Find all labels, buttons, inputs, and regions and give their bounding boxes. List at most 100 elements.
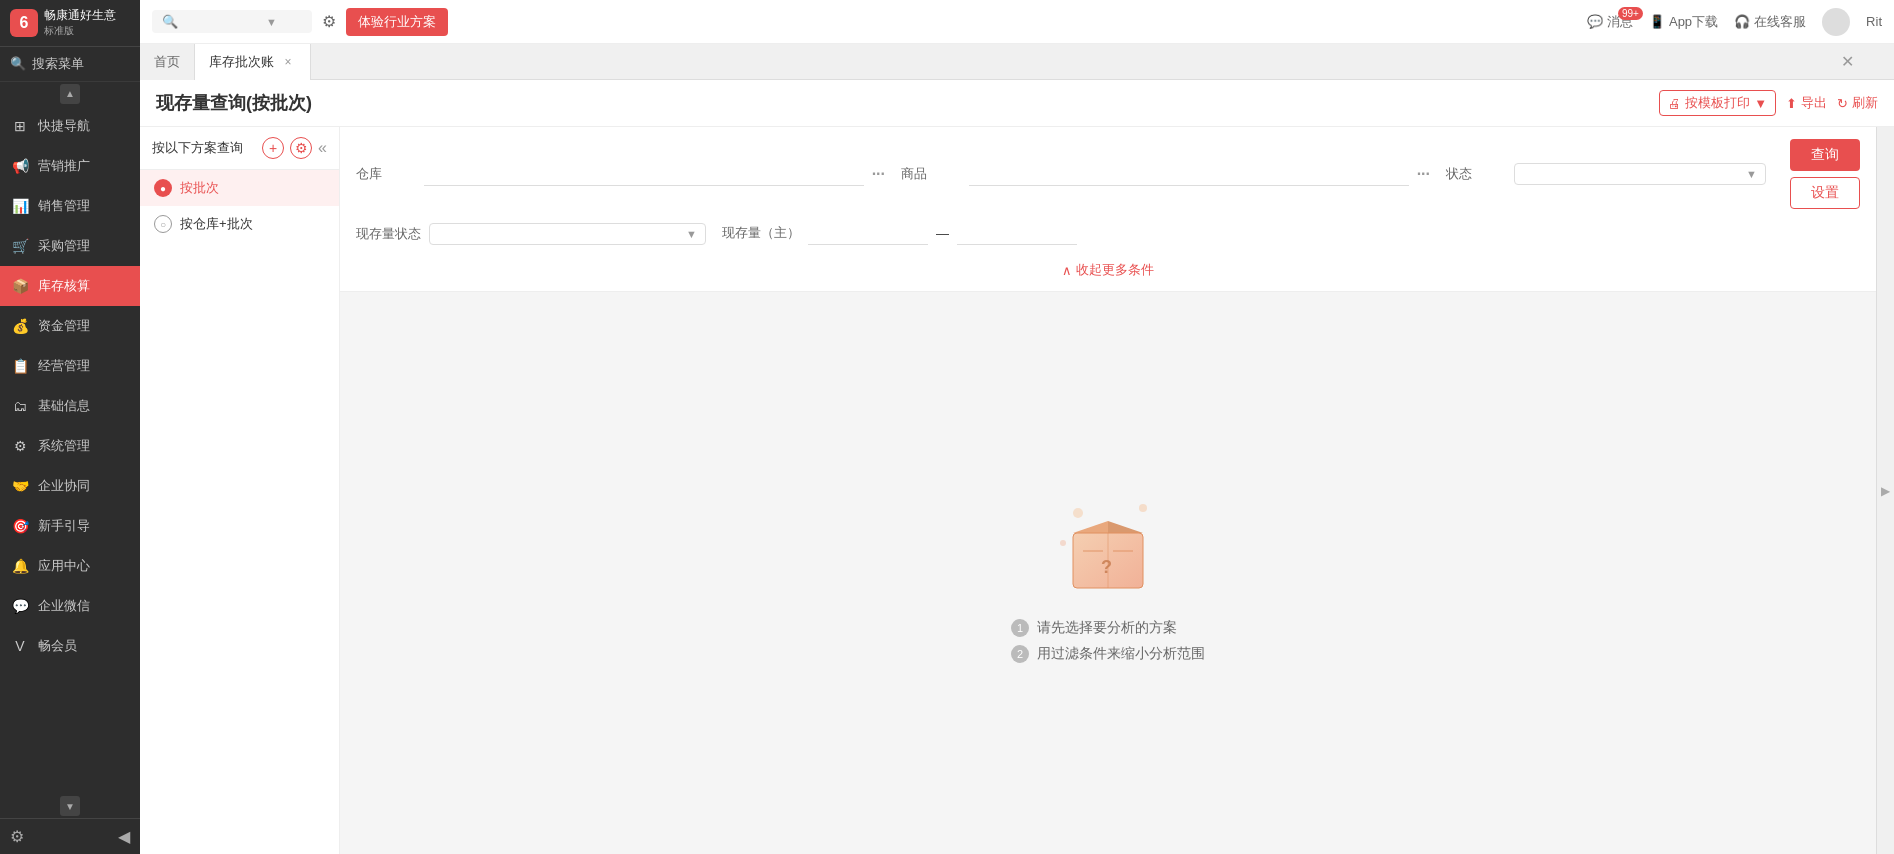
scroll-down-btn[interactable]: ▼ (60, 796, 80, 816)
status-select[interactable]: ▼ (1514, 163, 1766, 185)
sidebar-header: 6 畅康通好生意 标准版 (0, 0, 140, 47)
online-service-btn[interactable]: 🎧 在线客服 (1734, 13, 1806, 31)
user-avatar (1822, 8, 1850, 36)
search-label: 搜索菜单 (32, 55, 84, 73)
svg-point-10 (1060, 540, 1066, 546)
product-label: 商品 (901, 165, 961, 183)
page-header-actions: 🖨 按模板打印 ▼ ⬆ 导出 ↻ 刷新 (1659, 90, 1878, 116)
product-more-btn[interactable]: ··· (1417, 165, 1430, 183)
status-label: 状态 (1446, 165, 1506, 183)
settings-icon[interactable]: ⚙ (10, 827, 24, 846)
appstore-icon: 🔔 (10, 556, 30, 576)
message-btn[interactable]: 💬 消息 99+ (1587, 13, 1633, 31)
sidebar-item-system[interactable]: ⚙ 系统管理 (0, 426, 140, 466)
page-header: 现存量查询(按批次) 🖨 按模板打印 ▼ ⬆ 导出 ↻ 刷新 (140, 80, 1894, 127)
search-icon: 🔍 (10, 56, 26, 71)
page-content: 现存量查询(按批次) 🖨 按模板打印 ▼ ⬆ 导出 ↻ 刷新 (140, 80, 1894, 854)
purchase-icon: 🛒 (10, 236, 30, 256)
message-icon: 💬 (1587, 14, 1603, 29)
topbar-search-box[interactable]: 🔍 ▼ (152, 10, 312, 33)
inventory-icon: 📦 (10, 276, 30, 296)
collapse-more-btn[interactable]: ∧ 收起更多条件 (356, 257, 1860, 279)
warehouse-more-btn[interactable]: ··· (872, 165, 885, 183)
collapse-panel-btn[interactable]: « (318, 139, 327, 157)
plan-settings-btn[interactable]: ⚙ (290, 137, 312, 159)
sidebar-item-operation[interactable]: 📋 经营管理 (0, 346, 140, 386)
guide-icon: 🎯 (10, 516, 30, 536)
tab-inventory-label: 库存批次账 (209, 53, 274, 71)
tab-panel-close-btn[interactable]: ✕ (1841, 52, 1854, 71)
export-btn[interactable]: ⬆ 导出 (1786, 94, 1827, 112)
sidebar-item-sales[interactable]: 📊 销售管理 (0, 186, 140, 226)
stock-status-chevron-icon: ▼ (686, 228, 697, 240)
collapse-icon: ∧ (1062, 263, 1072, 278)
basic-icon: 🗂 (10, 396, 30, 416)
stock-qty-min-input[interactable] (808, 221, 928, 245)
sidebar-search[interactable]: 🔍 搜索菜单 (0, 47, 140, 82)
topbar-gear-icon[interactable]: ⚙ (322, 12, 336, 31)
svg-text:?: ? (1101, 557, 1112, 577)
print-icon: 🖨 (1668, 96, 1681, 111)
product-input[interactable] (969, 162, 1409, 186)
sidebar-item-label: 基础信息 (38, 397, 90, 415)
left-panel-header: 按以下方案查询 + ⚙ « (140, 127, 339, 170)
sidebar-item-wechat[interactable]: 💬 企业微信 (0, 586, 140, 626)
collapse-label: 收起更多条件 (1076, 261, 1154, 279)
sidebar-item-purchase[interactable]: 🛒 采购管理 (0, 226, 140, 266)
left-panel-title: 按以下方案查询 (152, 139, 243, 157)
query-btn[interactable]: 查询 (1790, 139, 1860, 171)
sidebar-item-label: 营销推广 (38, 157, 90, 175)
sidebar-item-enterprise[interactable]: 🤝 企业协同 (0, 466, 140, 506)
left-panel-actions: + ⚙ « (262, 137, 327, 159)
stock-qty-max-input[interactable] (957, 221, 1077, 245)
stock-status-select[interactable]: ▼ (429, 223, 706, 245)
filter-area: 仓库 ··· 商品 ··· 状态 (340, 127, 1876, 292)
sidebar-item-appstore[interactable]: 🔔 应用中心 (0, 546, 140, 586)
sidebar-item-basic[interactable]: 🗂 基础信息 (0, 386, 140, 426)
add-plan-btn[interactable]: + (262, 137, 284, 159)
sidebar-company: 畅康通好生意 标准版 (44, 8, 116, 38)
stock-qty-label: 现存量（主） (722, 224, 800, 242)
warehouse-field: 仓库 ··· (356, 162, 885, 186)
operation-icon: 📋 (10, 356, 30, 376)
sidebar-item-finance[interactable]: 💰 资金管理 (0, 306, 140, 346)
sidebar: 6 畅康通好生意 标准版 🔍 搜索菜单 ▲ ⊞ 快捷导航 📢 营销推广 📊 销售… (0, 0, 140, 854)
print-btn[interactable]: 🖨 按模板打印 ▼ (1659, 90, 1776, 116)
plan-item-warehouse-batch[interactable]: ○ 按仓库+批次 (140, 206, 339, 242)
app-download-btn[interactable]: 📱 App下载 (1649, 13, 1718, 31)
collapse-sidebar-icon[interactable]: ◀ (118, 827, 130, 846)
sidebar-item-quick-nav[interactable]: ⊞ 快捷导航 (0, 106, 140, 146)
print-chevron: ▼ (1754, 96, 1767, 111)
warehouse-input[interactable] (424, 162, 864, 186)
username-label[interactable]: Rit (1866, 14, 1882, 29)
tabbar: 首页 库存批次账 × ✕ (140, 44, 1894, 80)
main-area: 🔍 ▼ ⚙ 体验行业方案 💬 消息 99+ 📱 App下载 🎧 在线客服 Rit (140, 0, 1894, 854)
app-download-label: App下载 (1669, 13, 1718, 31)
stock-qty-field: 现存量（主） — (722, 221, 1860, 245)
scroll-up-btn[interactable]: ▲ (60, 84, 80, 104)
tab-close-btn[interactable]: × (280, 54, 296, 70)
tab-inventory-batch[interactable]: 库存批次账 × (195, 44, 311, 80)
svg-point-8 (1073, 508, 1083, 518)
message-badge: 99+ (1618, 7, 1643, 20)
status-chevron-icon: ▼ (1746, 168, 1757, 180)
sidebar-item-member[interactable]: V 畅会员 (0, 626, 140, 666)
status-field: 状态 ▼ (1446, 163, 1766, 185)
sidebar-item-guide[interactable]: 🎯 新手引导 (0, 506, 140, 546)
stock-status-label: 现存量状态 (356, 225, 421, 243)
wechat-icon: 💬 (10, 596, 30, 616)
plan-item-batch[interactable]: ● 按批次 (140, 170, 339, 206)
plan-label: 按仓库+批次 (180, 215, 253, 233)
sidebar-item-marketing[interactable]: 📢 营销推广 (0, 146, 140, 186)
sales-icon: 📊 (10, 196, 30, 216)
tab-home[interactable]: 首页 (140, 44, 195, 80)
topbar-search-input[interactable] (182, 15, 262, 29)
tip-num-2: 2 (1011, 645, 1029, 663)
topbar-search-chevron: ▼ (266, 16, 277, 28)
right-edge-arrow[interactable]: ▶ (1881, 484, 1890, 498)
sidebar-item-inventory[interactable]: 📦 库存核算 (0, 266, 140, 306)
trial-btn[interactable]: 体验行业方案 (346, 8, 448, 36)
empty-tips: 1 请先选择要分析的方案 2 用过滤条件来缩小分析范围 (1011, 619, 1205, 663)
filter-settings-btn[interactable]: 设置 (1790, 177, 1860, 209)
refresh-btn[interactable]: ↻ 刷新 (1837, 94, 1878, 112)
